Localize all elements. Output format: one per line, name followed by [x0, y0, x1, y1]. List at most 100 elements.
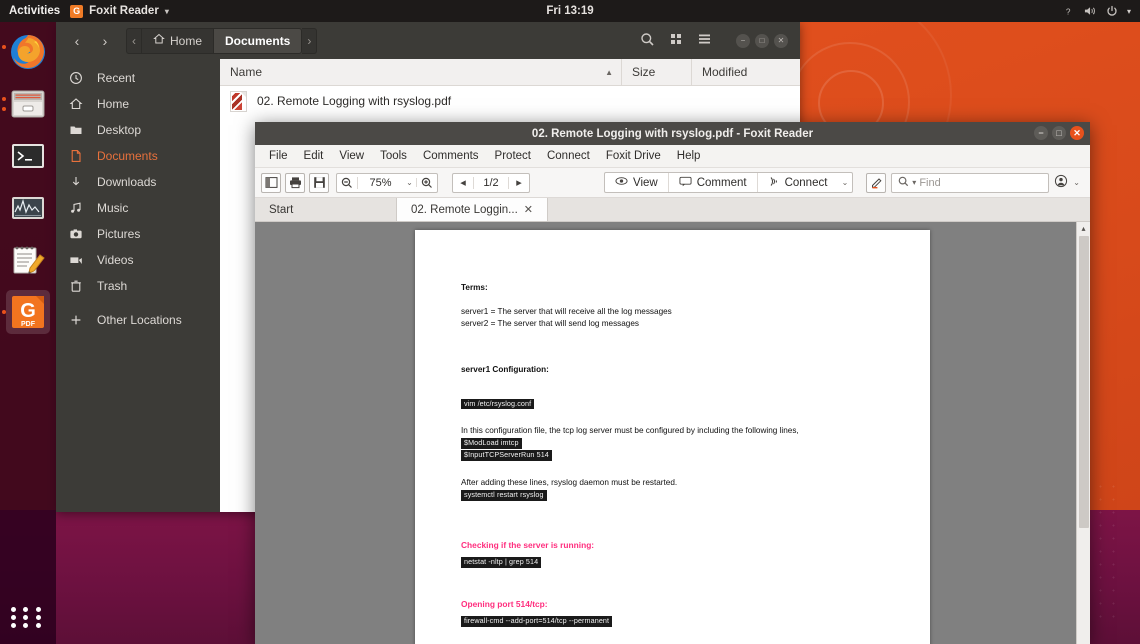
tab-document-label: 02. Remote Loggin...	[411, 203, 518, 216]
doc-code-inputtcp: $InputTCPServerRun 514	[461, 450, 552, 461]
sidebar-item-trash[interactable]: Trash	[56, 273, 220, 299]
sidebar-item-other-locations[interactable]: Other Locations	[56, 307, 220, 333]
sidebar-label-trash: Trash	[97, 279, 128, 293]
forward-button[interactable]: ›	[92, 29, 118, 53]
home-icon	[153, 33, 165, 48]
doc-text-server2: server2 = The server that will send log …	[461, 318, 640, 328]
dock-item-foxit-reader[interactable]: G PDF	[2, 290, 50, 334]
menu-foxit-drive[interactable]: Foxit Drive	[598, 147, 669, 165]
activities-button[interactable]: Activities	[9, 5, 60, 17]
menu-file[interactable]: File	[261, 147, 296, 165]
pdf-scrollbar[interactable]: ▴	[1076, 222, 1090, 644]
clock[interactable]: Fri 13:19	[0, 5, 1140, 17]
highlight-pen-icon[interactable]	[866, 172, 887, 193]
search-input[interactable]: ▾ Find	[891, 172, 1050, 193]
foxit-tab-bar: Start 02. Remote Loggin... ✕	[255, 198, 1090, 222]
sidebar-item-recent[interactable]: Recent	[56, 65, 220, 91]
list-view-icon[interactable]	[697, 32, 712, 49]
doc-text-config-intro: In this configuration file, the tcp log …	[461, 426, 799, 436]
page-indicator[interactable]: 1/2	[473, 176, 509, 189]
zoom-out-icon[interactable]	[337, 174, 357, 192]
chevron-down-icon[interactable]: ⌄	[1073, 178, 1080, 187]
sidebar-item-desktop[interactable]: Desktop	[56, 117, 220, 143]
save-icon[interactable]	[309, 172, 329, 193]
pdf-viewport[interactable]: Terms: server1 = The server that will re…	[255, 222, 1090, 644]
account-icon[interactable]	[1054, 174, 1068, 191]
next-page-button[interactable]: ▸	[509, 174, 529, 192]
show-applications-button[interactable]	[11, 600, 45, 634]
maximize-button[interactable]: □	[1052, 126, 1066, 140]
running-indicator-2	[2, 107, 6, 112]
menu-help[interactable]: Help	[669, 147, 709, 165]
search-placeholder: Find	[919, 176, 941, 189]
accessibility-icon[interactable]: ?	[1064, 6, 1075, 17]
print-icon[interactable]	[285, 172, 305, 193]
sidebar-item-music[interactable]: Music	[56, 195, 220, 221]
close-icon[interactable]: ✕	[524, 203, 533, 216]
dock-item-terminal[interactable]	[6, 134, 50, 178]
dock-item-system-monitor[interactable]	[6, 186, 50, 230]
dock-item-firefox[interactable]	[2, 30, 50, 74]
breadcrumb-item-documents[interactable]: Documents	[213, 27, 303, 54]
scroll-up-arrow[interactable]: ▴	[1077, 222, 1090, 235]
comment-mode-label: Comment	[696, 176, 747, 189]
previous-page-button[interactable]: ◂	[453, 174, 473, 192]
maximize-button[interactable]: □	[755, 33, 769, 48]
close-button[interactable]: ✕	[774, 33, 788, 48]
tab-document[interactable]: 02. Remote Loggin... ✕	[397, 198, 548, 221]
tab-start[interactable]: Start	[255, 198, 397, 221]
column-header-size[interactable]: Size	[622, 58, 692, 86]
doc-code-systemctl: systemctl restart rsyslog	[461, 490, 547, 501]
sidebar-item-videos[interactable]: Videos	[56, 247, 220, 273]
breadcrumb-label-documents: Documents	[225, 33, 291, 48]
chevron-down-icon[interactable]: ▾	[912, 178, 916, 187]
scrollbar-thumb[interactable]	[1079, 236, 1089, 528]
zoom-level-value[interactable]: 75%	[357, 176, 403, 189]
zoom-in-icon[interactable]	[417, 174, 437, 192]
dock-item-files[interactable]	[2, 82, 50, 126]
menu-view[interactable]: View	[331, 147, 372, 165]
svg-text:?: ?	[1066, 7, 1071, 16]
files-sidebar: Recent Home Desktop Documents Downloads …	[56, 59, 220, 512]
sidebar-item-pictures[interactable]: Pictures	[56, 221, 220, 247]
sidebar-item-documents[interactable]: Documents	[56, 143, 220, 169]
breadcrumb-collapse[interactable]: ‹	[126, 27, 141, 54]
foxit-title-bar[interactable]: 02. Remote Logging with rsyslog.pdf - Fo…	[255, 122, 1090, 145]
minimize-button[interactable]: −	[1034, 126, 1048, 140]
view-mode-label: View	[633, 176, 658, 189]
power-icon[interactable]	[1106, 5, 1118, 17]
column-header-name[interactable]: Name ▲	[220, 58, 622, 86]
document-icon	[68, 149, 84, 163]
sidebar-toggle-icon[interactable]	[261, 172, 281, 193]
breadcrumb-item-home[interactable]: Home	[141, 27, 214, 54]
chevron-down-icon[interactable]: ⌄	[403, 178, 417, 187]
breadcrumb: ‹ Home Documents ›	[126, 27, 318, 54]
folder-icon	[68, 123, 84, 137]
running-indicator	[2, 96, 6, 101]
file-name-cell[interactable]: 02. Remote Logging with rsyslog.pdf	[220, 90, 622, 112]
dock-item-text-editor[interactable]	[6, 238, 50, 282]
view-mode-button[interactable]: View	[605, 173, 669, 192]
table-row[interactable]: 02. Remote Logging with rsyslog.pdf	[220, 86, 800, 116]
connect-mode-button[interactable]: Connect	[758, 173, 838, 192]
menu-edit[interactable]: Edit	[296, 147, 332, 165]
sidebar-item-home[interactable]: Home	[56, 91, 220, 117]
volume-icon[interactable]	[1084, 5, 1097, 17]
minimize-button[interactable]: −	[736, 33, 750, 48]
grid-view-icon[interactable]	[669, 32, 683, 49]
search-icon[interactable]	[640, 32, 655, 50]
menu-tools[interactable]: Tools	[372, 147, 415, 165]
menu-protect[interactable]: Protect	[487, 147, 539, 165]
files-window-controls: − □ ✕	[736, 33, 788, 48]
app-menu-button[interactable]: G Foxit Reader ▾	[70, 4, 169, 18]
menu-comments[interactable]: Comments	[415, 147, 487, 165]
chevron-down-icon[interactable]: ⌄	[837, 178, 852, 187]
menu-connect[interactable]: Connect	[539, 147, 598, 165]
chevron-down-icon[interactable]: ▾	[1127, 7, 1131, 16]
back-button[interactable]: ‹	[64, 29, 90, 53]
sidebar-item-downloads[interactable]: Downloads	[56, 169, 220, 195]
close-button[interactable]: ✕	[1070, 126, 1084, 140]
breadcrumb-next[interactable]: ›	[302, 27, 318, 54]
column-header-modified[interactable]: Modified	[692, 59, 800, 86]
comment-mode-button[interactable]: Comment	[669, 173, 758, 192]
